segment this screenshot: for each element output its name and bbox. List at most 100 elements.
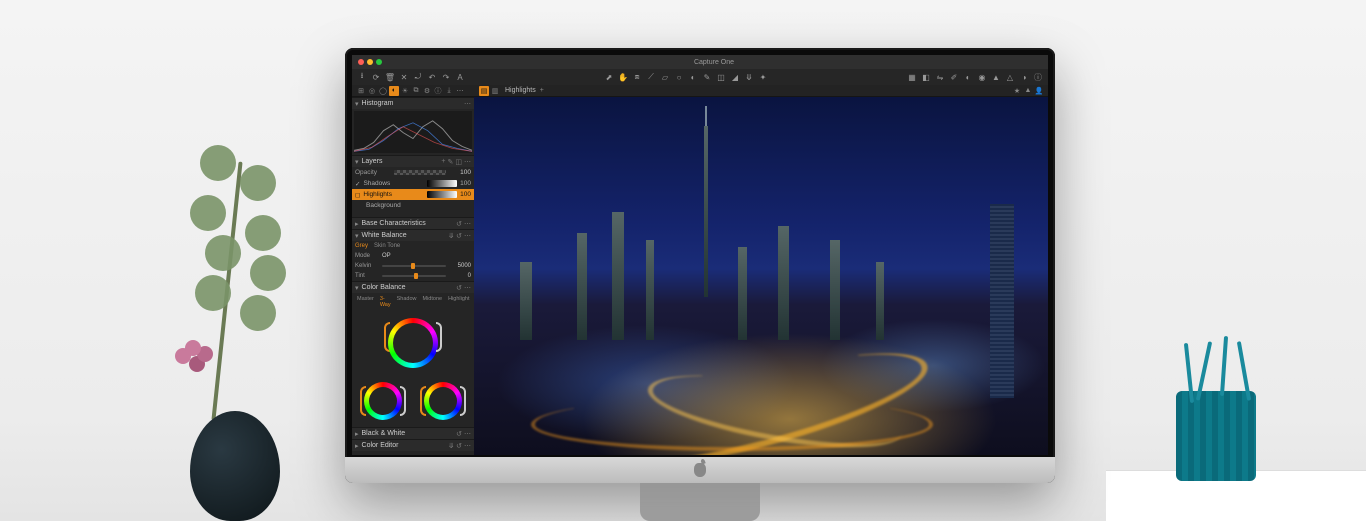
annotate-icon[interactable]: ✐ <box>948 71 960 83</box>
window-close-button[interactable] <box>358 59 364 65</box>
info-icon[interactable]: ⓘ <box>1032 71 1044 83</box>
crop-icon[interactable]: ⧈ <box>631 71 643 83</box>
panel-menu-icon[interactable]: ⋯ <box>464 430 471 438</box>
panel-menu-icon[interactable]: ⋯ <box>464 232 471 240</box>
tab-color-icon[interactable]: ◐ <box>389 86 399 96</box>
histogram-panel-header[interactable]: ▾ Histogram ⋯ <box>352 97 474 109</box>
mask-icon[interactable]: ◐ <box>687 71 699 83</box>
color-editor-header[interactable]: ▸ Color Editor ⤋↺⋯ <box>352 439 474 451</box>
layout-viewer-icon[interactable]: ▥ <box>490 86 500 96</box>
picker-icon[interactable]: ⤋ <box>448 442 454 450</box>
reset-icon[interactable]: ↺ <box>456 220 462 228</box>
brush-icon[interactable]: ✎ <box>701 71 713 83</box>
straighten-icon[interactable]: ⟋ <box>645 71 657 83</box>
opacity-slider[interactable] <box>394 170 446 175</box>
close-icon[interactable]: ✕ <box>398 71 410 83</box>
cb-tab-3way[interactable]: 3-Way <box>378 295 393 309</box>
tab-exposure-icon[interactable]: ☀ <box>400 86 410 96</box>
mode-value[interactable]: OP <box>382 253 471 259</box>
tab-library-icon[interactable]: ⊞ <box>356 86 366 96</box>
panel-menu-icon[interactable]: ⋯ <box>464 220 471 228</box>
panel-menu-icon[interactable]: ⋯ <box>464 442 471 450</box>
spot-icon[interactable]: ○ <box>673 71 685 83</box>
proof-icon[interactable]: ▲ <box>990 71 1002 83</box>
kelvin-slider[interactable] <box>382 265 446 267</box>
base-characteristics-header[interactable]: ▸ Base Characteristics ↺⋯ <box>352 217 474 229</box>
rating-icon[interactable]: ★ <box>1012 86 1022 96</box>
panel-menu-icon[interactable]: ⋯ <box>464 284 471 292</box>
reset-icon[interactable]: ↺ <box>456 430 462 438</box>
tint-slider[interactable] <box>382 275 446 277</box>
layout-browser-icon[interactable]: ▤ <box>479 86 489 96</box>
gradient-icon[interactable]: ◢ <box>729 71 741 83</box>
color-balance-header[interactable]: ▾ Color Balance ↺⋯ <box>352 281 474 293</box>
viewer-proof-icon[interactable]: ▲ <box>1023 86 1033 96</box>
color-wheel-shadow[interactable] <box>384 314 442 372</box>
panel-menu-icon[interactable]: ⋯ <box>464 100 471 108</box>
warning-icon[interactable]: △ <box>1004 71 1016 83</box>
cb-tab-master[interactable]: Master <box>355 295 376 309</box>
brush-icon[interactable]: ✎ <box>448 158 454 166</box>
wb-tab-grey[interactable]: Grey <box>355 243 368 249</box>
layer-visibility-icon[interactable]: ✓ <box>355 180 360 188</box>
image-viewer[interactable] <box>474 97 1048 455</box>
reset-icon[interactable]: ↺ <box>456 442 462 450</box>
grid-icon[interactable]: ▦ <box>906 71 918 83</box>
cb-tab-midtone[interactable]: Midtone <box>421 295 445 309</box>
tab-details-icon[interactable]: ⧉ <box>411 86 421 96</box>
exposure-warning-icon[interactable]: ◐ <box>962 71 974 83</box>
tab-output-icon[interactable]: ⤓ <box>444 86 454 96</box>
focus-mask-icon[interactable]: ◉ <box>976 71 988 83</box>
wb-tab-skin[interactable]: Skin Tone <box>374 243 400 249</box>
picker-icon[interactable]: ⤋ <box>743 71 755 83</box>
reset-icon[interactable]: ↺ <box>456 284 462 292</box>
chevron-right-icon: ▸ <box>355 430 359 438</box>
add-layer-icon[interactable]: + <box>441 158 445 166</box>
wb-picker-icon[interactable]: ✦ <box>757 71 769 83</box>
color-wheel-midtone[interactable] <box>360 378 406 424</box>
cb-tab-highlight[interactable]: Highlight <box>446 295 471 309</box>
hand-icon[interactable]: ✋ <box>617 71 629 83</box>
import-icon[interactable]: ⭳ <box>356 71 368 83</box>
undo-icon[interactable]: ↶ <box>426 71 438 83</box>
tab-lens-icon[interactable]: ◯ <box>378 86 388 96</box>
tab-metadata-icon[interactable]: ⓘ <box>433 86 443 96</box>
layers-panel-header[interactable]: ▾ Layers + ✎ ◫ ⋯ <box>352 155 474 167</box>
picker-icon[interactable]: ⤋ <box>448 232 454 240</box>
tab-adjust-icon[interactable]: ⚙ <box>422 86 432 96</box>
text-icon[interactable]: A <box>454 71 466 83</box>
tools-sidebar: ▾ Histogram ⋯ ▾ Layers <box>352 97 474 455</box>
layer-item-shadows[interactable]: ✓ Shadows 100 <box>352 178 474 189</box>
viewer-user-icon[interactable]: 👤 <box>1034 86 1044 96</box>
luminosity-range-icon[interactable] <box>427 180 457 187</box>
viewer-breadcrumb: Highlights <box>505 87 536 94</box>
panel-menu-icon[interactable]: ⋯ <box>464 158 471 166</box>
trash-icon[interactable]: 🗑 <box>384 71 396 83</box>
keystone-icon[interactable]: ▱ <box>659 71 671 83</box>
tab-capture-icon[interactable]: ◎ <box>367 86 377 96</box>
flip-icon[interactable]: ⇋ <box>934 71 946 83</box>
eraser-icon[interactable]: ◫ <box>455 158 462 166</box>
layer-pct: 100 <box>460 180 471 187</box>
black-white-header[interactable]: ▸ Black & White ↺⋯ <box>352 427 474 439</box>
luminosity-range-icon[interactable] <box>427 191 457 198</box>
eraser-icon[interactable]: ◫ <box>715 71 727 83</box>
color-wheel-highlight[interactable] <box>420 378 466 424</box>
rotate-icon[interactable]: ⤾ <box>412 71 424 83</box>
layer-item-background[interactable]: Background <box>352 200 474 211</box>
reset-icon[interactable]: ↺ <box>456 232 462 240</box>
layer-item-highlights[interactable]: ◻ Highlights 100 <box>352 189 474 200</box>
redo-icon[interactable]: ↷ <box>440 71 452 83</box>
cb-tab-shadow[interactable]: Shadow <box>395 295 419 309</box>
window-minimize-button[interactable] <box>367 59 373 65</box>
cursor-icon[interactable]: ⬈ <box>603 71 615 83</box>
auto-icon[interactable]: ⟳ <box>370 71 382 83</box>
white-balance-header[interactable]: ▾ White Balance ⤋↺⋯ <box>352 229 474 241</box>
window-zoom-button[interactable] <box>376 59 382 65</box>
add-variant-button[interactable]: + <box>537 86 547 96</box>
compare-icon[interactable]: ◧ <box>920 71 932 83</box>
clip-icon[interactable]: ◑ <box>1018 71 1030 83</box>
tab-batch-icon[interactable]: ⋯ <box>455 86 465 96</box>
layer-visibility-icon[interactable]: ◻ <box>355 191 360 199</box>
chevron-down-icon: ▾ <box>355 284 359 292</box>
